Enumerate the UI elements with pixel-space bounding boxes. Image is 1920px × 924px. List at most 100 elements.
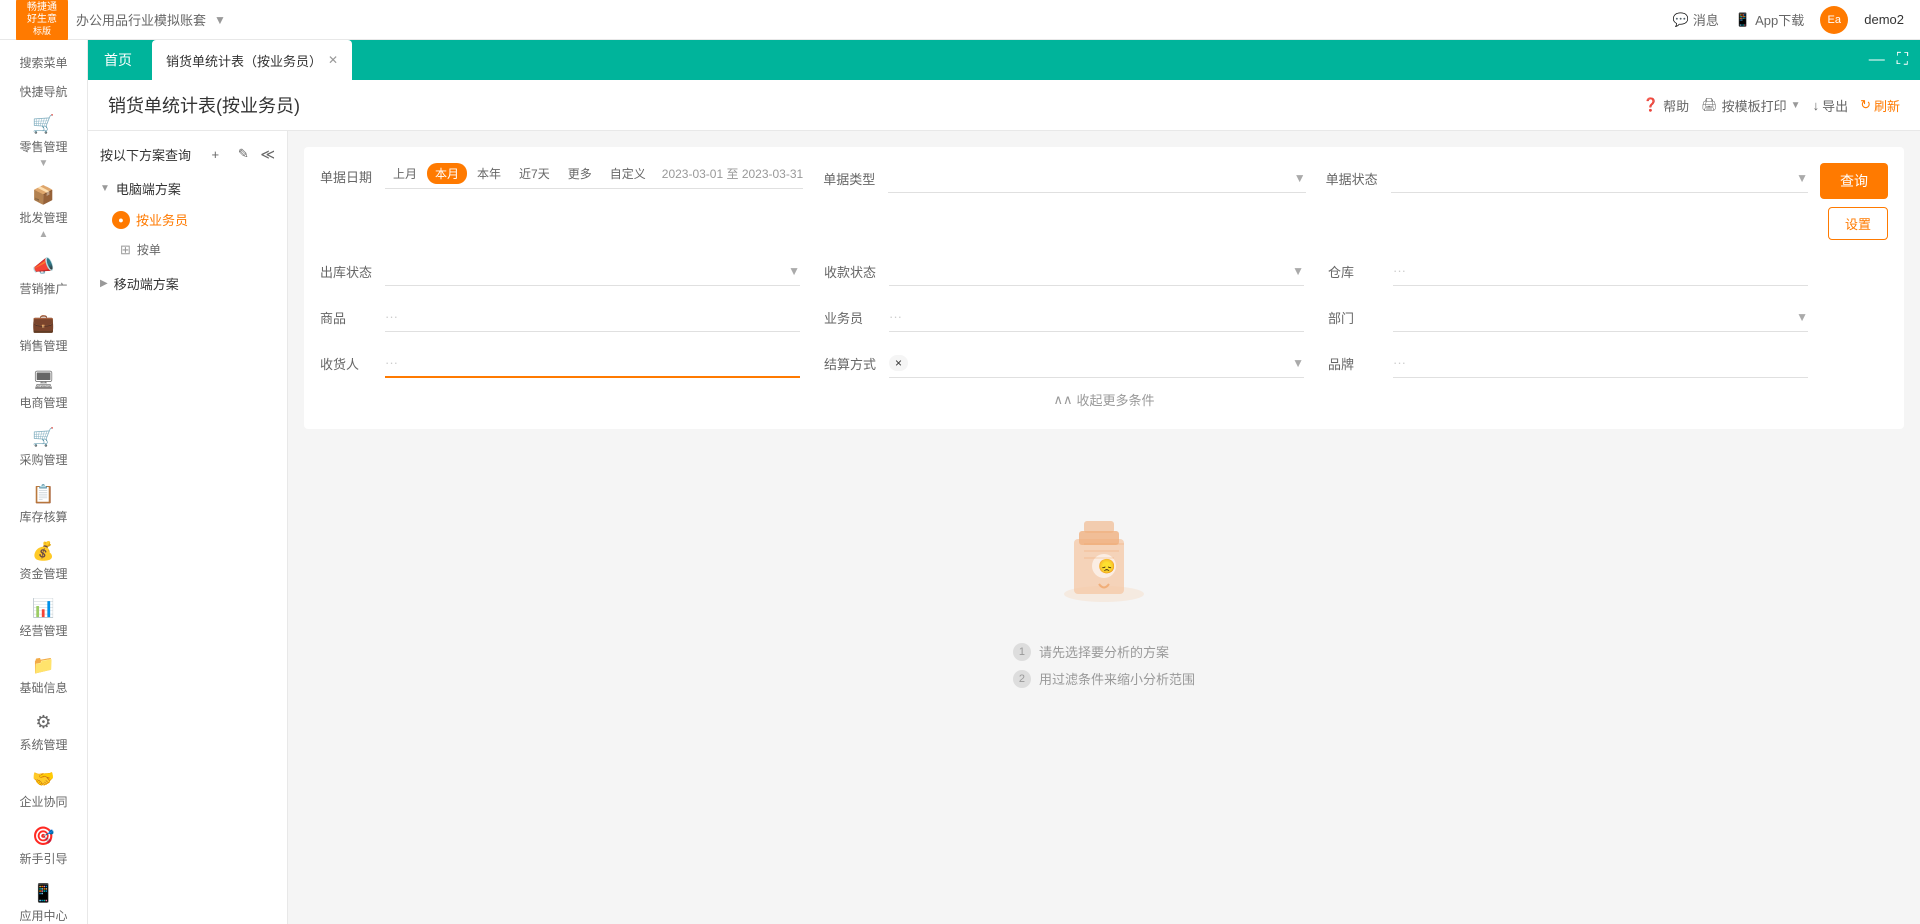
tab-close-icon[interactable]: ✕	[328, 53, 338, 67]
date-last7days[interactable]: 近7天	[511, 163, 558, 184]
sidebar-item-retail[interactable]: 🛒 零售管理 ▼	[0, 106, 87, 177]
scheme-salesperson-label: 按业务员	[136, 210, 188, 229]
sidebar-item-marketing-label: 营销推广	[19, 280, 67, 297]
template-print-button[interactable]: 🖨 按模板打印 ▼	[1701, 96, 1800, 115]
mobile-scheme-group-header[interactable]: ▶ 移动端方案	[88, 268, 287, 299]
sidebar-item-finance[interactable]: 💰 资金管理	[0, 533, 87, 590]
sidebar-item-sales-label: 销售管理	[19, 337, 67, 354]
scheme-item-salesperson[interactable]: ● 按业务员	[88, 204, 287, 235]
salesperson-dots: ···	[889, 309, 902, 324]
template-print-label: 按模板打印	[1722, 96, 1787, 115]
filter-row-3: 商品 ··· 业务员 ···	[320, 302, 1888, 332]
settlement-tag-x[interactable]: ×	[895, 356, 902, 370]
tab-bar: 首页 销货单统计表（按业务员） ✕ — ⛶	[88, 40, 1920, 80]
add-icon: +	[212, 147, 220, 162]
empty-tip-2-text: 用过滤条件来缩小分析范围	[1039, 669, 1195, 688]
settlement-arrow: ▼	[1292, 356, 1304, 370]
delivery-label: 出库状态	[320, 262, 385, 281]
date-current-month[interactable]: 本月	[427, 163, 467, 184]
sidebar-item-basic[interactable]: 📁 基础信息	[0, 647, 87, 704]
sidebar-item-cooperation[interactable]: 🤝 企业协同	[0, 761, 87, 818]
edit-scheme-button[interactable]: ✎	[232, 143, 254, 165]
sidebar-item-apps[interactable]: 📱 应用中心	[0, 875, 87, 924]
tab-minimize-icon[interactable]: —	[1865, 47, 1889, 73]
sidebar-item-system[interactable]: ⚙ 系统管理	[0, 704, 87, 761]
tab-home[interactable]: 首页	[88, 40, 148, 80]
sidebar-item-marketing[interactable]: 📣 营销推广	[0, 248, 87, 305]
doc-status-label: 单据状态	[1326, 169, 1391, 188]
filter-consignee-cell: 收货人 ···	[320, 348, 800, 378]
sidebar-item-ecommerce-label: 电商管理	[19, 394, 67, 411]
doc-type-select[interactable]: ▼	[888, 163, 1305, 193]
sidebar-item-purchase-label: 采购管理	[19, 451, 67, 468]
finance-icon: 💰	[32, 541, 54, 562]
app-download-button[interactable]: 📱 App下载	[1735, 10, 1804, 29]
filter-doctype-cell: 单据类型 ▼	[823, 163, 1305, 193]
sidebar-item-purchase[interactable]: 🛒 采购管理	[0, 419, 87, 476]
newbie-icon: 🎯	[32, 826, 54, 847]
salesperson-select[interactable]: ···	[889, 302, 1304, 332]
collapse-trigger[interactable]: ∧∧ 收起更多条件	[1041, 386, 1166, 413]
refresh-button[interactable]: ↻ 刷新	[1860, 96, 1900, 115]
top-bar-left: 畅捷通好生意标版 办公用品行业模拟账套 ▼	[16, 0, 226, 46]
warehouse-select[interactable]: ···	[1393, 256, 1808, 286]
goods-select[interactable]: ···	[385, 302, 800, 332]
user-name[interactable]: demo2	[1864, 12, 1904, 27]
sidebar-item-operation[interactable]: 📊 经营管理	[0, 590, 87, 647]
page-title: 销货单统计表(按业务员)	[108, 92, 300, 118]
wholesale-icon: 📦	[32, 185, 54, 206]
doc-type-arrow: ▼	[1294, 171, 1306, 185]
date-current-year[interactable]: 本年	[469, 163, 509, 184]
settings-button[interactable]: 设置	[1828, 207, 1888, 240]
tab-active-label: 销货单统计表（按业务员）	[166, 51, 322, 70]
message-label: 消息	[1693, 10, 1719, 29]
query-button[interactable]: 查询	[1820, 163, 1888, 199]
help-button[interactable]: ❓ 帮助	[1643, 96, 1689, 115]
apps-icon: 📱	[32, 883, 54, 904]
workspace-arrow[interactable]: ▼	[214, 13, 226, 27]
filter-docstatus-cell: 单据状态 ▼	[1326, 163, 1808, 193]
brand-select[interactable]: ···	[1393, 348, 1808, 378]
pc-scheme-group-header[interactable]: ▼ 电脑端方案	[88, 173, 287, 204]
message-button[interactable]: 💬 消息	[1673, 10, 1719, 29]
pc-group-arrow: ▼	[100, 183, 110, 194]
sidebar-item-wholesale[interactable]: 📦 批发管理 ▲	[0, 177, 87, 248]
panel-collapse-button[interactable]: ≪	[260, 146, 275, 163]
date-last-month[interactable]: 上月	[385, 163, 425, 184]
date-filter-controls: 上月 本月 本年 近7天 更多 自定义 2023-03-01 至 2023-03…	[385, 163, 803, 189]
consignee-label: 收货人	[320, 354, 385, 373]
top-bar: 畅捷通好生意标版 办公用品行业模拟账套 ▼ 💬 消息 📱 App下载 Ea de…	[0, 0, 1920, 40]
filter-row-2: 出库状态 ▼ 收款状态	[320, 256, 1888, 286]
sidebar-item-system-label: 系统管理	[19, 736, 67, 753]
payment-select[interactable]: ▼	[889, 256, 1304, 286]
purchase-icon: 🛒	[32, 427, 54, 448]
department-select[interactable]: ▼	[1393, 302, 1808, 332]
consignee-input[interactable]: ···	[385, 348, 800, 378]
add-scheme-button[interactable]: +	[204, 143, 226, 165]
sidebar-search-menu[interactable]: 搜索菜单	[11, 48, 75, 77]
sidebar-item-inventory[interactable]: 📋 库存核算	[0, 476, 87, 533]
export-button[interactable]: ↓ 导出	[1813, 96, 1849, 115]
filter-goods-cell: 商品 ···	[320, 302, 800, 332]
empty-tip-1: 1 请先选择要分析的方案	[1013, 642, 1195, 661]
settlement-select[interactable]: × ▼	[889, 348, 1304, 378]
template-print-arrow: ▼	[1791, 100, 1801, 111]
salesperson-label: 业务员	[824, 308, 889, 327]
tab-active[interactable]: 销货单统计表（按业务员） ✕	[152, 40, 352, 80]
sidebar-item-newbie[interactable]: 🎯 新手引导	[0, 818, 87, 875]
date-custom[interactable]: 自定义	[602, 163, 654, 184]
query-btn-group: 查询 设置	[1808, 163, 1888, 240]
doc-status-select[interactable]: ▼	[1391, 163, 1808, 193]
doc-type-label: 单据类型	[823, 169, 888, 188]
tab-expand-icon[interactable]: ⛶	[1893, 47, 1912, 73]
scheme-sub-order[interactable]: ⊞ 按单	[88, 235, 287, 264]
goods-dots: ···	[385, 309, 398, 324]
sidebar-item-sales[interactable]: 💼 销售管理	[0, 305, 87, 362]
date-label: 单据日期	[320, 167, 385, 186]
delivery-select[interactable]: ▼	[385, 256, 800, 286]
sidebar-shortcut-nav[interactable]: 快捷导航	[11, 77, 75, 106]
sidebar-item-ecommerce[interactable]: 🖥 电商管理	[0, 362, 87, 419]
warehouse-label: 仓库	[1328, 262, 1393, 281]
main-content: 按以下方案查询 + ✎ ≪	[88, 131, 1920, 924]
date-more[interactable]: 更多	[560, 163, 600, 184]
